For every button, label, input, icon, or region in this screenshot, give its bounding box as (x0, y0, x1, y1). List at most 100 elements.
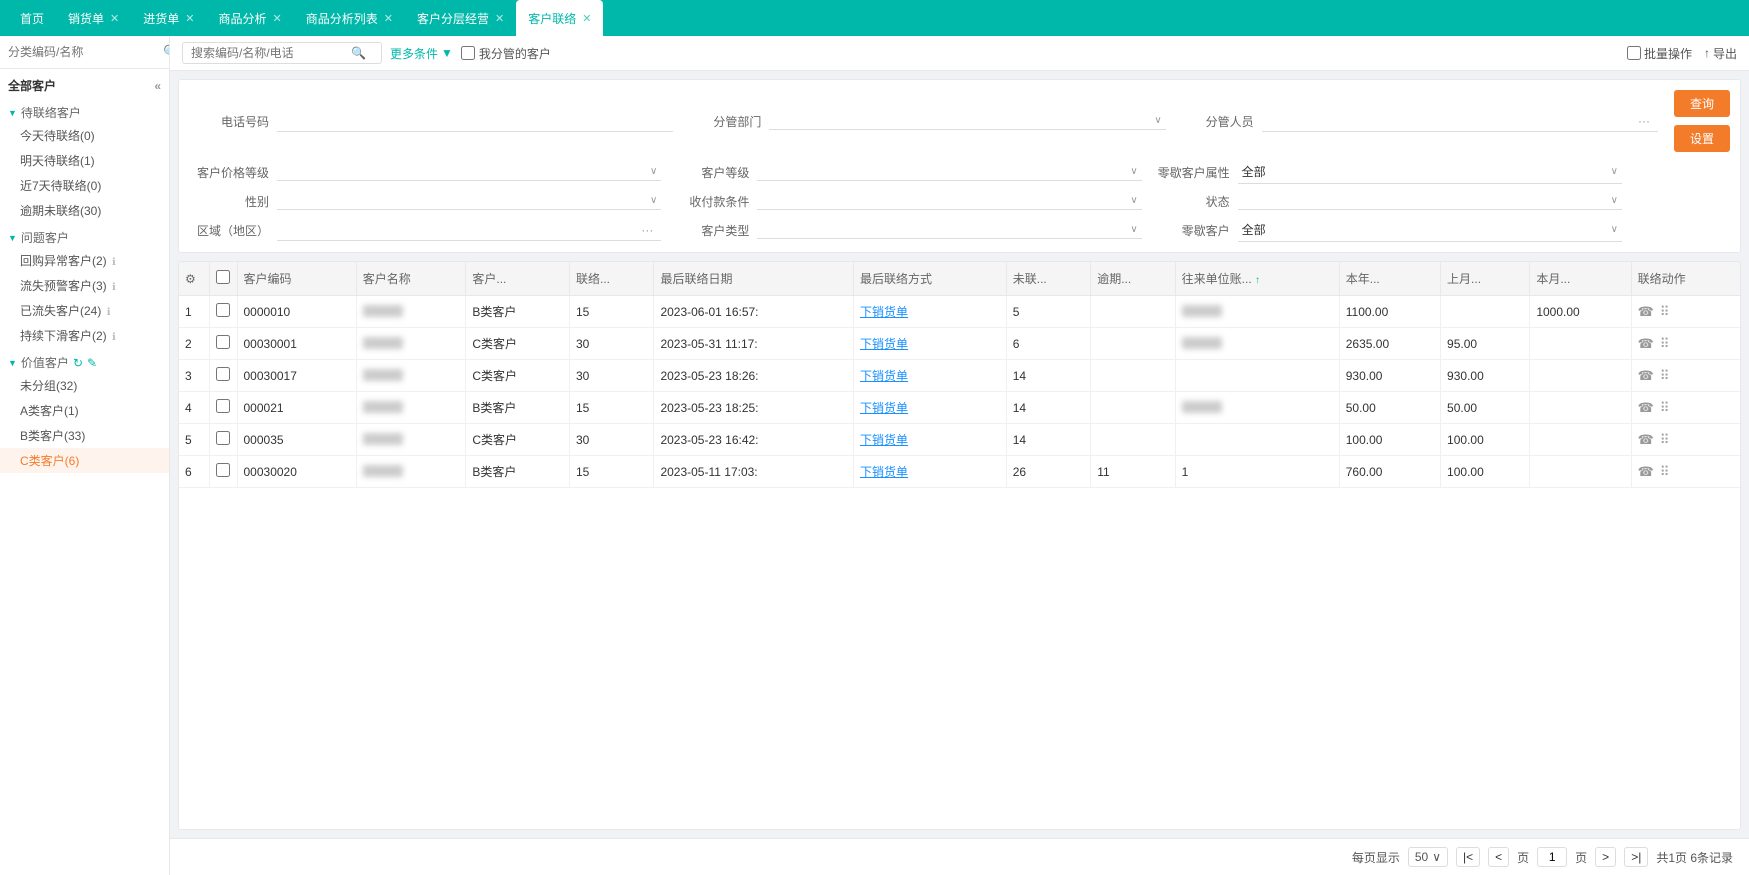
ellipsis-icon[interactable]: ··· (637, 223, 657, 237)
tab-customer-layered[interactable]: 客户分层经营 ✕ (405, 0, 516, 36)
batch-op-check[interactable] (1627, 46, 1641, 60)
search-button[interactable]: 🔍 (351, 46, 366, 60)
row-last-method[interactable]: 下销货单 (854, 296, 1007, 328)
row-checkbox[interactable] (216, 463, 230, 477)
sidebar-item-class-a[interactable]: A类客户(1) (0, 398, 169, 423)
row-checkbox[interactable] (216, 303, 230, 317)
more-action-icon[interactable]: ⠿ (1660, 368, 1670, 384)
batch-operation-button[interactable]: 批量操作 (1627, 45, 1692, 62)
tab-product-analysis-list[interactable]: 商品分析列表 ✕ (294, 0, 405, 36)
next-page-button[interactable]: > (1595, 847, 1616, 867)
manager-select[interactable]: ··· (1262, 111, 1658, 132)
row-check[interactable] (209, 360, 237, 392)
group-problem-customers[interactable]: 问题客户 (0, 223, 169, 248)
sidebar-item-churned[interactable]: 已流失客户(24) ℹ (0, 298, 169, 323)
group-pending-contact[interactable]: 待联络客户 (0, 98, 169, 123)
last-method-link[interactable]: 下销货单 (860, 401, 908, 415)
group-value-customers[interactable]: 价值客户 ↻ ✎ (0, 348, 169, 373)
customer-type-select[interactable]: ∨ (757, 221, 1141, 239)
setting-button[interactable]: 设置 (1674, 125, 1730, 152)
close-icon[interactable]: ✕ (273, 12, 282, 25)
tab-home[interactable]: 首页 (8, 0, 56, 36)
payment-select[interactable]: ∨ (757, 192, 1141, 210)
query-button[interactable]: 查询 (1674, 90, 1730, 117)
close-icon[interactable]: ✕ (110, 12, 119, 25)
sidebar-item-tomorrow-contact[interactable]: 明天待联络(1) (0, 148, 169, 173)
refresh-icon[interactable]: ↻ (73, 356, 83, 370)
more-action-icon[interactable]: ⠿ (1660, 336, 1670, 352)
contact-icon[interactable]: ☎ (1638, 368, 1654, 384)
retail-customer-select[interactable]: 全部 ∨ (1238, 218, 1622, 242)
last-method-link[interactable]: 下销货单 (860, 305, 908, 319)
more-conditions-button[interactable]: 更多条件 ▼ (390, 45, 453, 62)
close-icon[interactable]: ✕ (495, 12, 504, 25)
sidebar-item-churn-warning[interactable]: 流失预警客户(3) ℹ (0, 273, 169, 298)
last-method-link[interactable]: 下销货单 (860, 337, 908, 351)
tab-purchase-order[interactable]: 进货单 ✕ (131, 0, 206, 36)
export-button[interactable]: ↑ 导出 (1704, 45, 1737, 62)
row-check[interactable] (209, 328, 237, 360)
last-method-link[interactable]: 下销货单 (860, 465, 908, 479)
row-check[interactable] (209, 424, 237, 456)
row-check[interactable] (209, 456, 237, 488)
sidebar-item-ungrouped[interactable]: 未分组(32) (0, 373, 169, 398)
ellipsis-icon[interactable]: ··· (1634, 114, 1654, 128)
customer-value-select[interactable]: ∨ (277, 163, 661, 181)
sidebar-item-declining[interactable]: 持续下滑客户(2) ℹ (0, 323, 169, 348)
dept-select[interactable]: ∨ (769, 112, 1165, 130)
row-last-method[interactable]: 下销货单 (854, 328, 1007, 360)
row-checkbox[interactable] (216, 431, 230, 445)
row-checkbox[interactable] (216, 399, 230, 413)
sidebar-item-class-b[interactable]: B类客户(33) (0, 423, 169, 448)
row-check[interactable] (209, 392, 237, 424)
row-last-method[interactable]: 下销货单 (854, 456, 1007, 488)
row-checkbox[interactable] (216, 335, 230, 349)
contact-icon[interactable]: ☎ (1638, 464, 1654, 480)
tab-product-analysis[interactable]: 商品分析 ✕ (206, 0, 293, 36)
phone-input[interactable] (277, 111, 673, 132)
prev-page-button[interactable]: < (1488, 847, 1509, 867)
row-last-method[interactable]: 下销货单 (854, 392, 1007, 424)
my-customers-checkbox[interactable]: 我分管的客户 (461, 45, 551, 62)
sidebar-item-today-contact[interactable]: 今天待联络(0) (0, 123, 169, 148)
more-action-icon[interactable]: ⠿ (1660, 400, 1670, 416)
status-select[interactable]: ∨ (1238, 192, 1622, 210)
contact-icon[interactable]: ☎ (1638, 336, 1654, 352)
last-method-link[interactable]: 下销货单 (860, 433, 908, 447)
sidebar-item-class-c[interactable]: C类客户(6) (0, 448, 169, 473)
close-icon[interactable]: ✕ (185, 12, 194, 25)
last-method-link[interactable]: 下销货单 (860, 369, 908, 383)
row-check[interactable] (209, 296, 237, 328)
edit-icon[interactable]: ✎ (87, 356, 97, 370)
page-input[interactable] (1537, 847, 1567, 867)
sidebar-search-input[interactable] (8, 45, 163, 59)
search-input[interactable] (191, 46, 351, 60)
tab-sales-order[interactable]: 销货单 ✕ (56, 0, 131, 36)
close-icon[interactable]: ✕ (582, 12, 591, 25)
region-select[interactable]: ··· (277, 220, 661, 241)
sidebar-item-7days-contact[interactable]: 近7天待联络(0) (0, 173, 169, 198)
tab-customer-contact[interactable]: 客户联络 ✕ (516, 0, 603, 36)
first-page-button[interactable]: |< (1456, 847, 1480, 867)
more-action-icon[interactable]: ⠿ (1660, 432, 1670, 448)
retail-attr-select[interactable]: 全部 ∨ (1238, 160, 1622, 184)
contact-icon[interactable]: ☎ (1638, 400, 1654, 416)
customer-level-select[interactable]: ∨ (757, 163, 1141, 181)
last-page-button[interactable]: >| (1624, 847, 1648, 867)
contact-icon[interactable]: ☎ (1638, 432, 1654, 448)
search-icon[interactable]: 🔍 (163, 44, 170, 60)
close-icon[interactable]: ✕ (384, 12, 393, 25)
row-last-method[interactable]: 下销货单 (854, 424, 1007, 456)
sidebar-item-abnormal-repurchase[interactable]: 回购异常客户(2) ℹ (0, 248, 169, 273)
gender-select[interactable]: ∨ (277, 192, 661, 210)
my-customers-check[interactable] (461, 46, 475, 60)
select-all-checkbox[interactable] (216, 270, 230, 284)
more-action-icon[interactable]: ⠿ (1660, 464, 1670, 480)
sidebar-item-overdue-contact[interactable]: 逾期未联络(30) (0, 198, 169, 223)
col-gear[interactable]: ⚙ (179, 262, 209, 296)
row-last-method[interactable]: 下销货单 (854, 360, 1007, 392)
contact-icon[interactable]: ☎ (1638, 304, 1654, 320)
collapse-icon[interactable]: « (154, 79, 161, 93)
more-action-icon[interactable]: ⠿ (1660, 304, 1670, 320)
page-size-select[interactable]: 50 ∨ (1408, 847, 1448, 867)
